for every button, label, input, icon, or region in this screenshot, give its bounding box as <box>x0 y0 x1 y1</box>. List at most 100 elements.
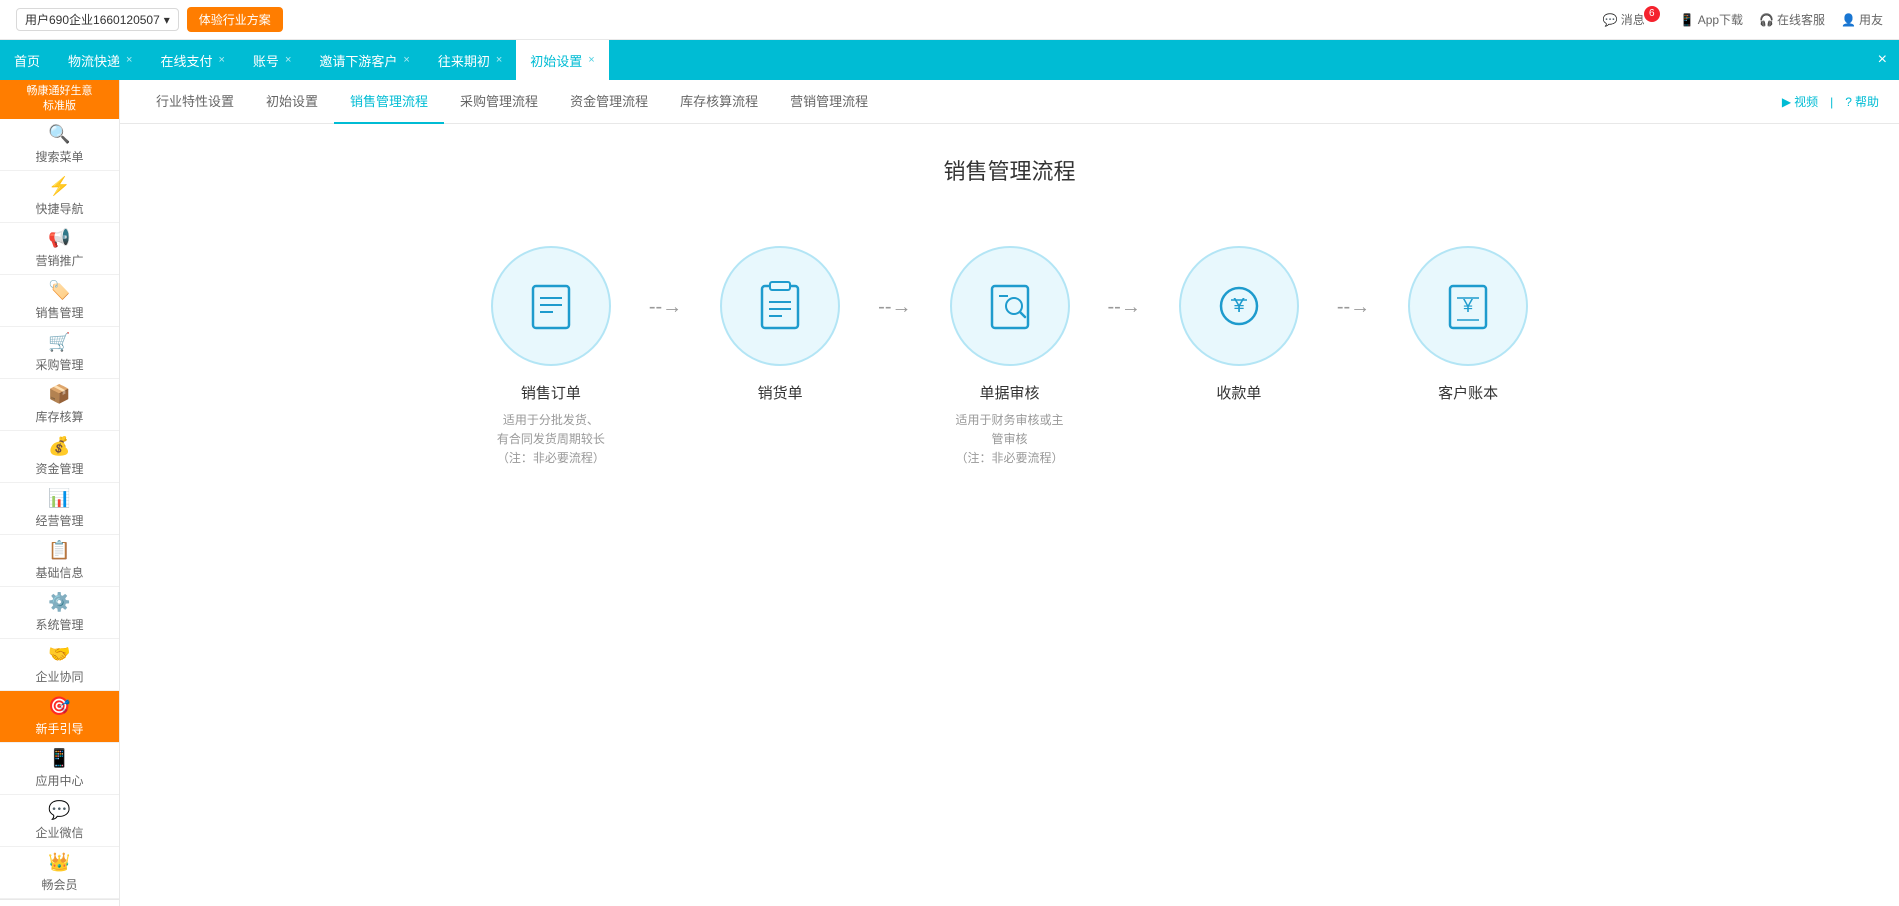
sidebar-item-marketing[interactable]: 📢 营销推广 <box>0 223 119 275</box>
logo-text: 畅康通好生意标准版 <box>27 84 93 115</box>
close-icon[interactable]: × <box>588 54 594 66</box>
headset-icon: 🎧 <box>1759 13 1774 27</box>
sidebar-item-inventory[interactable]: 📦 库存核算 <box>0 379 119 431</box>
video-link[interactable]: ▶ 视频 <box>1782 93 1818 110</box>
payment-label: 在线支付 <box>160 51 212 70</box>
review-icon <box>982 278 1038 334</box>
sub-tab-purchase-flow[interactable]: 采购管理流程 <box>444 80 554 124</box>
sidebar-label-guide: 新手引导 <box>35 720 83 737</box>
sidebar-item-quicknav[interactable]: ⚡ 快捷导航 <box>0 171 119 223</box>
user-link[interactable]: 👤 用友 <box>1841 11 1883 28</box>
sidebar-bottom: ⚙ ◀ <box>0 899 119 906</box>
nav-tab-period[interactable]: 往来期初 × <box>424 40 516 80</box>
flow-circle-review[interactable] <box>950 246 1070 366</box>
help-icon: ? <box>1845 95 1852 109</box>
collab-icon: 🤝 <box>48 644 70 665</box>
svg-text:¥: ¥ <box>1462 296 1474 316</box>
user-selector[interactable]: 用户690企业1660120507 ▾ <box>16 8 179 31</box>
app-label: App下载 <box>1698 11 1743 28</box>
sub-tab-marketing-flow[interactable]: 营销管理流程 <box>774 80 884 124</box>
nav-bar-close-btn[interactable]: × <box>1878 51 1887 69</box>
sidebar-item-guide[interactable]: 🎯 新手引导 <box>0 691 119 743</box>
close-icon[interactable]: × <box>285 54 291 66</box>
content-area: 行业特性设置 初始设置 销售管理流程 采购管理流程 资金管理流程 库存核算流程 <box>120 80 1899 906</box>
flow-circle-delivery[interactable] <box>720 246 840 366</box>
flow-node-ledger: ¥ 客户账本 <box>1378 246 1558 411</box>
flow-label-receipt: 收款单 <box>1216 382 1261 403</box>
sales-order-icon <box>523 278 579 334</box>
flow-circle-sales-order[interactable] <box>491 246 611 366</box>
message-link[interactable]: 💬 消息 6 <box>1603 11 1664 28</box>
nav-tab-account[interactable]: 账号 × <box>239 40 305 80</box>
flow-node-review: 单据审核 适用于财务审核或主管审核（注：非必要流程） <box>920 246 1100 469</box>
message-icon: 💬 <box>1603 13 1618 27</box>
account-label: 账号 <box>253 51 279 70</box>
sidebar-item-search[interactable]: 🔍 搜索菜单 <box>0 119 119 171</box>
flow-desc-review: 适用于财务审核或主管审核（注：非必要流程） <box>955 411 1063 469</box>
finance-icon: 💰 <box>48 436 70 457</box>
experience-button[interactable]: 体验行业方案 <box>187 7 283 32</box>
sub-tab-inventory-flow[interactable]: 库存核算流程 <box>664 80 774 124</box>
phone-icon: 📱 <box>1680 13 1695 27</box>
sub-tab-sales-flow[interactable]: 销售管理流程 <box>334 80 444 124</box>
flow-label-ledger: 客户账本 <box>1438 382 1498 403</box>
sidebar-label-inventory: 库存核算 <box>35 408 83 425</box>
nav-tab-home[interactable]: 首页 <box>0 40 54 80</box>
flow-label-sales-order: 销售订单 <box>521 382 581 403</box>
basics-icon: 📋 <box>48 540 70 561</box>
sub-tabs: 行业特性设置 初始设置 销售管理流程 采购管理流程 资金管理流程 库存核算流程 <box>120 80 1899 124</box>
sidebar-item-collab[interactable]: 🤝 企业协同 <box>0 639 119 691</box>
flow-diagram: 销售订单 适用于分批发货、有合同发货周期较长（注：非必要流程） --→ <box>160 246 1859 469</box>
flow-label-review: 单据审核 <box>979 382 1039 403</box>
sidebar-item-system[interactable]: ⚙️ 系统管理 <box>0 587 119 639</box>
flow-label-delivery: 销货单 <box>758 382 803 403</box>
close-icon[interactable]: × <box>496 54 502 66</box>
flow-arrow-4: --→ <box>1329 296 1378 319</box>
sidebar-label-search: 搜索菜单 <box>35 148 83 165</box>
sidebar-item-sales[interactable]: 🏷️ 销售管理 <box>0 275 119 327</box>
sidebar-label-appcenter: 应用中心 <box>35 772 83 789</box>
app-download-link[interactable]: 📱 App下载 <box>1680 11 1743 28</box>
sidebar-label-operation: 经营管理 <box>35 512 83 529</box>
sub-tab-industry-label: 行业特性设置 <box>156 91 234 110</box>
sub-tab-finance-flow-label: 资金管理流程 <box>570 91 648 110</box>
message-label: 消息 <box>1621 11 1645 28</box>
sub-tab-industry[interactable]: 行业特性设置 <box>140 80 250 124</box>
sidebar-item-wechat[interactable]: 💬 企业微信 <box>0 795 119 847</box>
sub-tab-init-label: 初始设置 <box>266 91 318 110</box>
sub-tab-init[interactable]: 初始设置 <box>250 80 334 124</box>
flow-circle-ledger[interactable]: ¥ <box>1408 246 1528 366</box>
sidebar: 畅康通好生意标准版 🔍 搜索菜单 ⚡ 快捷导航 📢 营销推广 🏷️ 销售管理 🛒… <box>0 80 120 906</box>
sidebar-label-quicknav: 快捷导航 <box>35 200 83 217</box>
member-icon: 👑 <box>48 852 70 873</box>
sub-tab-purchase-flow-label: 采购管理流程 <box>460 91 538 110</box>
page-title: 销售管理流程 <box>160 154 1859 186</box>
close-icon[interactable]: × <box>403 54 409 66</box>
close-icon[interactable]: × <box>218 54 224 66</box>
sub-tab-finance-flow[interactable]: 资金管理流程 <box>554 80 664 124</box>
guide-icon: 🎯 <box>48 696 70 717</box>
sidebar-item-purchase[interactable]: 🛒 采购管理 <box>0 327 119 379</box>
close-icon[interactable]: × <box>126 54 132 66</box>
service-label: 在线客服 <box>1777 11 1825 28</box>
nav-tab-logistics[interactable]: 物流快递 × <box>54 40 146 80</box>
sidebar-item-basics[interactable]: 📋 基础信息 <box>0 535 119 587</box>
sub-tab-marketing-flow-label: 营销管理流程 <box>790 91 868 110</box>
sidebar-item-finance[interactable]: 💰 资金管理 <box>0 431 119 483</box>
appcenter-icon: 📱 <box>48 748 70 769</box>
sidebar-item-appcenter[interactable]: 📱 应用中心 <box>0 743 119 795</box>
sidebar-item-member[interactable]: 👑 畅会员 <box>0 847 119 899</box>
flow-arrow-2: --→ <box>870 296 919 319</box>
search-icon: 🔍 <box>48 124 70 145</box>
service-link[interactable]: 🎧 在线客服 <box>1759 11 1825 28</box>
nav-tab-init[interactable]: 初始设置 × <box>516 40 608 80</box>
sidebar-item-operation[interactable]: 📊 经营管理 <box>0 483 119 535</box>
wechat-icon: 💬 <box>48 800 70 821</box>
sales-icon: 🏷️ <box>48 280 70 301</box>
sidebar-label-finance: 资金管理 <box>35 460 83 477</box>
help-link[interactable]: ? 帮助 <box>1845 93 1879 110</box>
video-icon: ▶ <box>1782 95 1791 109</box>
nav-tab-payment[interactable]: 在线支付 × <box>146 40 238 80</box>
nav-tab-invite[interactable]: 邀请下游客户 × <box>305 40 423 80</box>
flow-circle-receipt[interactable]: ¥ <box>1179 246 1299 366</box>
